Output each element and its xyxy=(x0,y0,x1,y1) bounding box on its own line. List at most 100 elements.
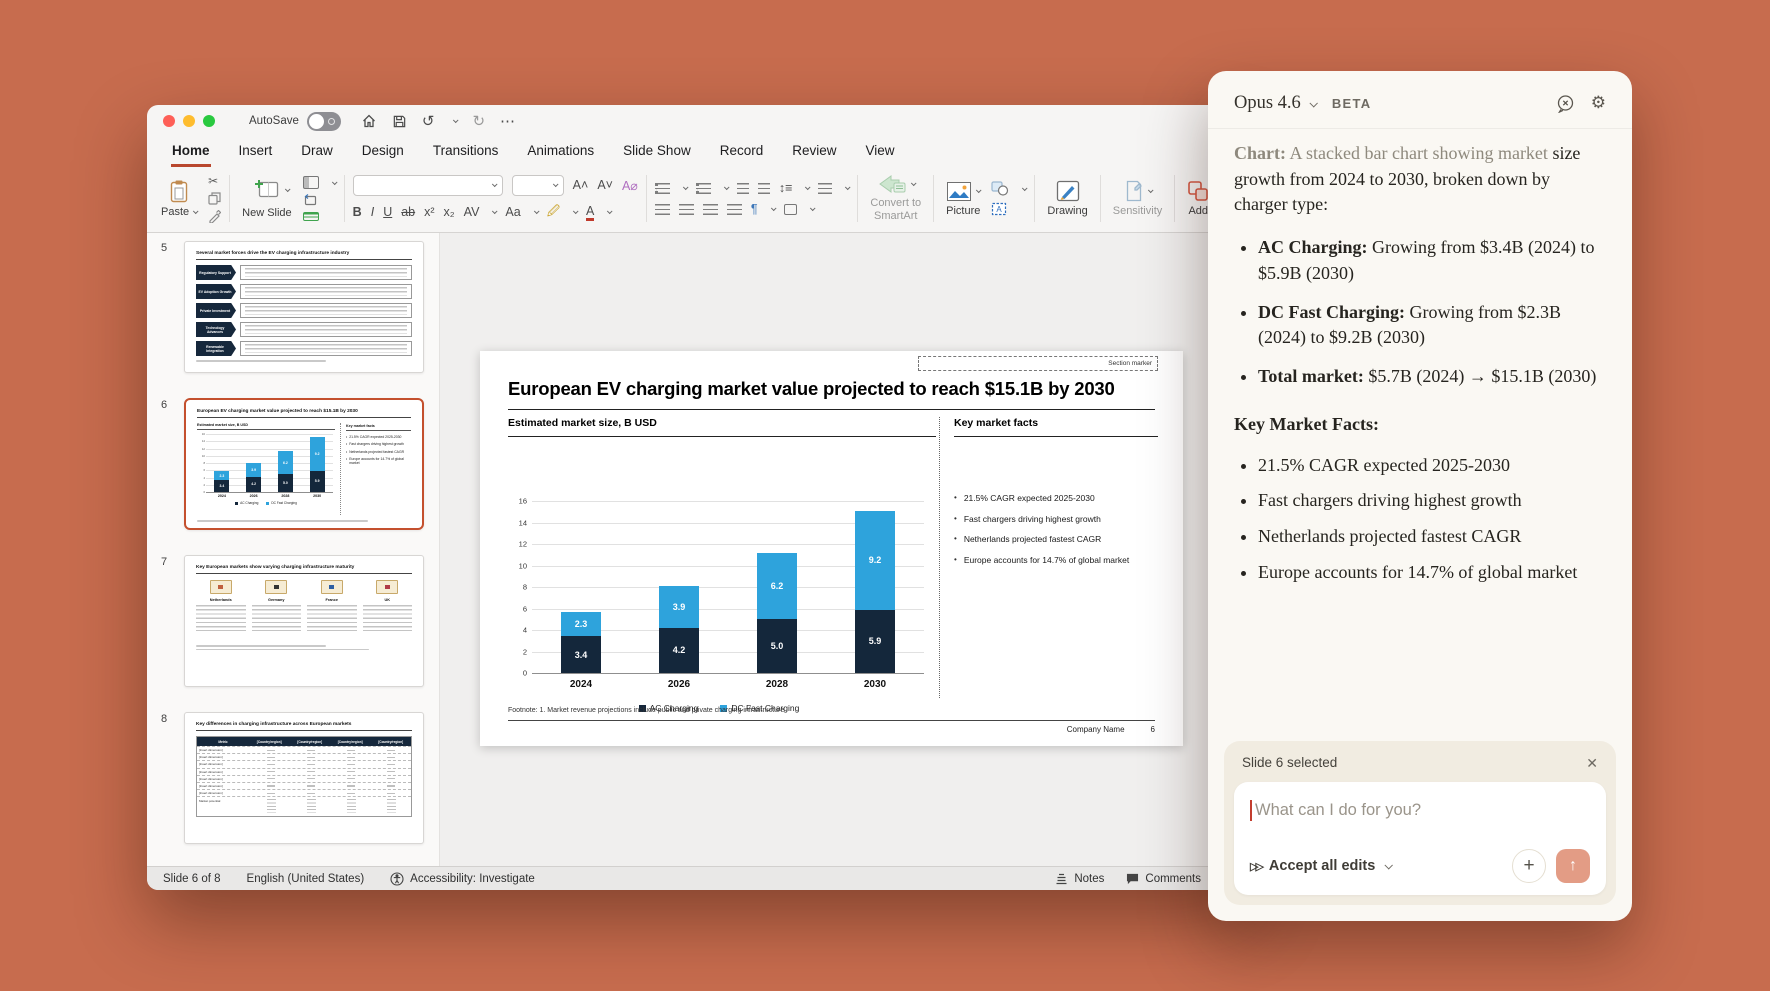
accept-all-edits-button[interactable]: ▷▷ Accept all edits xyxy=(1250,858,1394,874)
layout-icon[interactable] xyxy=(302,176,319,189)
italic-icon[interactable]: I xyxy=(371,205,374,219)
cut-icon[interactable]: ✂ xyxy=(208,175,221,187)
change-case-icon[interactable]: Aa xyxy=(505,205,520,219)
feedback-icon[interactable] xyxy=(1556,94,1575,113)
slide-title[interactable]: European EV charging market value projec… xyxy=(508,378,1115,400)
shrink-font-icon[interactable]: A˅ xyxy=(597,178,613,192)
thumbnail-slide-5[interactable]: 5 Several market forces drive the EV cha… xyxy=(161,241,424,373)
justify-icon[interactable] xyxy=(726,203,742,215)
thumbnail-slide-8[interactable]: 8 Key differences in charging infrastruc… xyxy=(161,712,424,844)
tab-record[interactable]: Record xyxy=(719,143,765,167)
new-slide-button[interactable]: New Slide xyxy=(238,179,296,219)
more-options-icon[interactable]: ⋯ xyxy=(500,114,515,129)
slide-6-canvas[interactable]: Section marker European EV charging mark… xyxy=(480,351,1183,746)
numbered-list-icon[interactable] xyxy=(695,182,711,194)
picture-button[interactable]: Picture xyxy=(942,181,984,217)
reset-slide-icon[interactable] xyxy=(303,194,318,207)
tab-home[interactable]: Home xyxy=(171,143,211,167)
align-objects-icon[interactable] xyxy=(783,203,797,215)
decrease-indent-icon[interactable] xyxy=(736,182,749,194)
undo-icon[interactable]: ↺ xyxy=(422,114,435,129)
align-center-icon[interactable] xyxy=(678,203,694,215)
stacked-bar[interactable]: 5.9 9.2 xyxy=(855,501,895,673)
underline-icon[interactable]: U xyxy=(383,205,392,219)
drawing-button[interactable]: Drawing xyxy=(1043,180,1091,217)
line-spacing-icon[interactable]: ↕≡ xyxy=(779,181,793,195)
model-name[interactable]: Opus 4.6 xyxy=(1234,93,1301,114)
prompt-input-card[interactable]: What can I do for you? ▷▷ Accept all edi… xyxy=(1234,782,1606,895)
stacked-bar[interactable]: 3.4 2.3 xyxy=(214,434,230,492)
slide-page-number: 6 xyxy=(1150,725,1155,734)
redo-icon[interactable]: ↻ xyxy=(472,114,485,129)
home-icon[interactable] xyxy=(361,113,377,129)
accessibility-status[interactable]: Accessibility: Investigate xyxy=(390,871,535,886)
sensitivity-button[interactable]: Sensitivity xyxy=(1109,180,1167,217)
tab-design[interactable]: Design xyxy=(361,143,405,167)
strikethrough-icon[interactable]: ab xyxy=(401,205,415,219)
text-direction-icon[interactable]: ¶ xyxy=(751,202,758,216)
autosave-toggle[interactable] xyxy=(306,111,341,131)
section-marker-placeholder[interactable]: Section marker xyxy=(918,356,1158,371)
undo-dropdown-icon[interactable] xyxy=(453,117,459,124)
align-right-icon[interactable] xyxy=(702,203,718,215)
stacked-bar[interactable]: 3.4 2.3 xyxy=(561,501,601,673)
tab-review[interactable]: Review xyxy=(791,143,837,167)
thumbnail-slide-7[interactable]: 7 Key European markets show varying char… xyxy=(161,555,424,687)
save-icon[interactable] xyxy=(392,114,407,129)
convert-to-smartart-button[interactable]: Convert to SmartArt xyxy=(866,174,925,222)
close-window-button[interactable] xyxy=(163,115,175,127)
superscript-icon[interactable]: x² xyxy=(424,205,434,219)
paste-button[interactable]: Paste xyxy=(157,179,201,218)
align-left-icon[interactable] xyxy=(654,203,670,215)
tab-view[interactable]: View xyxy=(865,143,896,167)
columns-icon[interactable] xyxy=(818,182,833,194)
copy-icon[interactable] xyxy=(208,191,221,205)
highlight-color-icon[interactable]: 🖉 xyxy=(547,202,560,223)
zoom-window-button[interactable] xyxy=(203,115,215,127)
increase-indent-icon[interactable] xyxy=(757,182,770,194)
model-dropdown-icon[interactable] xyxy=(1309,98,1318,108)
font-color-icon[interactable]: A xyxy=(586,204,595,221)
grow-font-icon[interactable]: A˄ xyxy=(573,178,589,192)
summary-item: Total market: $5.7B (2024) → $15.1B (203… xyxy=(1258,364,1606,390)
thumbnail-slide-6-selected[interactable]: 6 European EV charging market value proj… xyxy=(161,398,424,530)
stacked-bar[interactable]: 5.0 6.2 xyxy=(757,501,797,673)
notes-label: Notes xyxy=(1074,872,1105,885)
close-context-icon[interactable]: ✕ xyxy=(1586,756,1598,770)
bar-column: 5.0 6.2 xyxy=(728,501,826,673)
character-spacing-icon[interactable]: AV xyxy=(464,205,480,219)
slide-editor-canvas[interactable]: Section marker European EV charging mark… xyxy=(440,233,1252,866)
section-icon[interactable] xyxy=(302,212,319,221)
tab-draw[interactable]: Draw xyxy=(300,143,334,167)
slide-counter[interactable]: Slide 6 of 8 xyxy=(163,873,221,885)
stacked-bar[interactable]: 4.2 3.9 xyxy=(246,434,262,492)
tab-transitions[interactable]: Transitions xyxy=(432,143,500,167)
tab-animations[interactable]: Animations xyxy=(526,143,595,167)
tab-slide-show[interactable]: Slide Show xyxy=(622,143,692,167)
text-skeleton xyxy=(245,306,407,315)
language-selector[interactable]: English (United States) xyxy=(247,873,365,885)
subscript-icon[interactable]: x₂ xyxy=(444,205,455,219)
font-size-combobox[interactable] xyxy=(511,174,564,196)
notes-button[interactable]: Notes xyxy=(1055,873,1104,885)
text-box-icon[interactable]: A xyxy=(991,202,1007,216)
market-size-chart[interactable]: 0 2 4 6 8 10 12 14 16 3.4 2.3 4.2 3.9 5.0 6.2 5.9 9.2 20… xyxy=(508,497,930,713)
stacked-bar[interactable]: 5.0 6.2 xyxy=(277,434,293,492)
bold-icon[interactable]: B xyxy=(353,205,362,219)
stacked-bar[interactable]: 4.2 3.9 xyxy=(659,501,699,673)
font-name-combobox[interactable] xyxy=(352,174,503,196)
comments-button[interactable]: Comments xyxy=(1126,873,1201,885)
prompt-placeholder[interactable]: What can I do for you? xyxy=(1255,801,1421,820)
bar-segment: 3.9 xyxy=(246,462,262,477)
shapes-icon[interactable] xyxy=(991,181,1009,196)
bullet-list-icon[interactable] xyxy=(654,182,670,194)
format-painter-icon[interactable] xyxy=(208,209,222,223)
bar-value-label: 5.0 xyxy=(770,641,784,652)
attach-plus-button[interactable]: + xyxy=(1512,849,1546,883)
send-button[interactable]: ↑ xyxy=(1556,849,1590,883)
tab-insert[interactable]: Insert xyxy=(238,143,274,167)
settings-gear-icon[interactable]: ⚙ xyxy=(1591,95,1606,112)
stacked-bar[interactable]: 5.9 9.2 xyxy=(309,434,325,492)
clear-formatting-icon[interactable]: A⌀ xyxy=(622,178,638,193)
minimize-window-button[interactable] xyxy=(183,115,195,127)
